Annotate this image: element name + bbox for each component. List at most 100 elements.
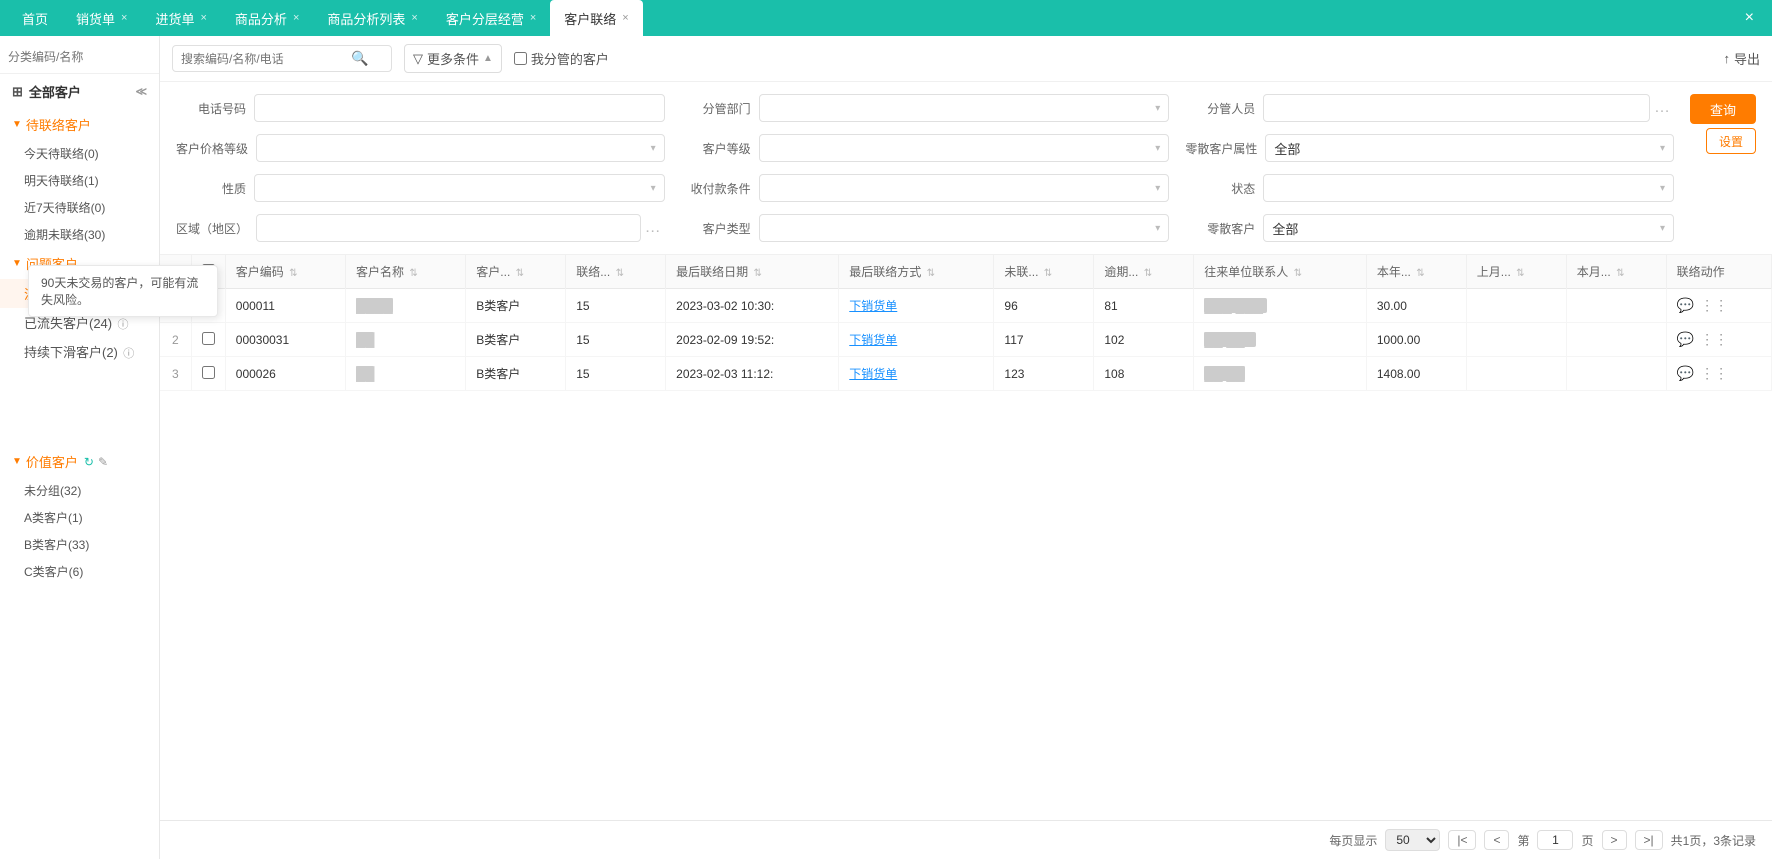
person-more-dots[interactable]: … — [1650, 99, 1674, 117]
th-customer-code[interactable]: 客户编码 ⇅ — [225, 255, 345, 289]
zero-attr-select[interactable]: 全部 ▾ — [1265, 134, 1674, 162]
edit-icon[interactable]: ✎ — [98, 455, 108, 469]
query-button[interactable]: 查询 — [1690, 94, 1756, 124]
sort-icon-year: ⇅ — [1416, 268, 1424, 279]
page-input[interactable] — [1537, 830, 1573, 850]
per-page-select[interactable]: 50 100 — [1385, 829, 1440, 851]
nav-home[interactable]: 首页 — [8, 9, 62, 28]
price-grade-select[interactable]: ▾ — [256, 134, 665, 162]
more-actions-icon[interactable]: ⋮⋮ — [1700, 297, 1728, 314]
chat-icon[interactable]: 💬 — [1677, 331, 1694, 348]
collapse-sidebar-icon[interactable]: ≪ — [135, 85, 147, 98]
cell-name: ████ — [346, 289, 466, 323]
cell-overdue: 81 — [1094, 289, 1194, 323]
payment-select[interactable]: ▾ — [759, 174, 1170, 202]
more-actions-icon[interactable]: ⋮⋮ — [1700, 331, 1728, 348]
nav-tab-purchase[interactable]: 进货单 × — [141, 0, 220, 36]
th-this-month[interactable]: 本月... ⇅ — [1566, 255, 1666, 289]
cell-last-month — [1466, 289, 1566, 323]
chat-icon[interactable]: 💬 — [1677, 365, 1694, 382]
sidebar-search-input[interactable] — [8, 50, 160, 64]
status-select[interactable]: ▾ — [1263, 174, 1674, 202]
chat-icon[interactable]: 💬 — [1677, 297, 1694, 314]
arrow-icon-2: ▼ — [12, 258, 22, 269]
search-input-wrapper: 🔍 — [172, 45, 392, 72]
nav-tab-product-analysis[interactable]: 商品分析 × — [221, 0, 313, 36]
my-customers-checkbox[interactable] — [514, 52, 527, 65]
th-this-year[interactable]: 本年... ⇅ — [1366, 255, 1466, 289]
cell-contact-person: ███ ███. — [1194, 289, 1367, 323]
window-close-button[interactable]: × — [1735, 9, 1764, 27]
prev-page-button[interactable]: < — [1484, 830, 1509, 850]
zero-customer-select[interactable]: 全部 ▾ — [1263, 214, 1674, 242]
sort-icon-type: ⇅ — [516, 268, 524, 279]
sidebar-item-class-c[interactable]: C类客户(6) — [0, 558, 159, 585]
nav-tab-product-analysis-list[interactable]: 商品分析列表 × — [313, 0, 431, 36]
nav-tab-sales[interactable]: 销货单 × — [62, 0, 141, 36]
close-product-analysis-tab[interactable]: × — [293, 12, 299, 24]
last-page-button[interactable]: >| — [1635, 830, 1663, 850]
chevron-price: ▾ — [651, 143, 656, 154]
close-sales-tab[interactable]: × — [121, 12, 127, 24]
th-last-month[interactable]: 上月... ⇅ — [1466, 255, 1566, 289]
customer-grade-select[interactable]: ▾ — [759, 134, 1170, 162]
main-search-input[interactable] — [181, 52, 351, 66]
region-more-dots[interactable]: … — [641, 219, 665, 237]
table-row: 2 00030031 ██ B类客户 15 2023-02-09 19:52: … — [160, 323, 1772, 357]
sidebar-item-overdue[interactable]: 逾期未联络(30) — [0, 221, 159, 248]
more-actions-icon[interactable]: ⋮⋮ — [1700, 365, 1728, 382]
cell-last-method[interactable]: 下销货单 — [839, 323, 994, 357]
info-icon-2: ⓘ — [123, 348, 134, 360]
my-customers-toggle[interactable]: 我分管的客户 — [514, 49, 609, 68]
refresh-icon[interactable]: ↻ — [84, 455, 94, 469]
nav-tab-customer-contact[interactable]: 客户联络 × — [550, 0, 642, 36]
phone-input[interactable] — [254, 94, 665, 122]
close-customer-contact-tab[interactable]: × — [622, 12, 628, 24]
row-checkbox[interactable] — [202, 366, 215, 379]
grid-icon: ⊞ — [12, 84, 23, 100]
th-overdue[interactable]: 逾期... ⇅ — [1094, 255, 1194, 289]
sidebar-all-customers[interactable]: ⊞ 全部客户 ≪ — [0, 74, 159, 109]
th-contact-count[interactable]: 联络... ⇅ — [566, 255, 666, 289]
more-conditions-button[interactable]: ▽ 更多条件 ▲ — [404, 44, 502, 73]
th-last-contact-method[interactable]: 最后联络方式 ⇅ — [839, 255, 994, 289]
cell-last-date: 2023-02-03 11:12: — [666, 357, 839, 391]
first-page-button[interactable]: |< — [1448, 830, 1476, 850]
sidebar-item-7days[interactable]: 近7天待联络(0) — [0, 194, 159, 221]
settings-button[interactable]: 设置 — [1706, 128, 1756, 154]
close-purchase-tab[interactable]: × — [200, 12, 206, 24]
sidebar-item-declining[interactable]: 持续下滑客户(2) ⓘ — [0, 337, 159, 366]
th-contact-person[interactable]: 往来单位联系人 ⇅ — [1194, 255, 1367, 289]
th-not-contacted[interactable]: 未联... ⇅ — [994, 255, 1094, 289]
person-select[interactable] — [1263, 94, 1650, 122]
cell-contact-person: ██ ██ — [1194, 357, 1367, 391]
customer-type-select[interactable]: ▾ — [759, 214, 1170, 242]
dept-select[interactable]: ▾ — [759, 94, 1170, 122]
close-customer-layer-tab[interactable]: × — [530, 12, 536, 24]
sidebar-group-value[interactable]: ▼ 价值客户 ↻ ✎ — [0, 446, 159, 477]
sidebar-item-tomorrow[interactable]: 明天待联络(1) — [0, 167, 159, 194]
cell-last-method[interactable]: 下销货单 — [839, 357, 994, 391]
filter-row-2: 客户价格等级 ▾ 客户等级 ▾ — [176, 134, 1674, 162]
cell-overdue: 108 — [1094, 357, 1194, 391]
nav-tab-customer-layer[interactable]: 客户分层经营 × — [432, 0, 550, 36]
customer-table: ⚙ 客户编码 ⇅ 客户名称 ⇅ 客户... ⇅ 联络... ⇅ 最后联络日期 ⇅… — [160, 255, 1772, 391]
cell-not-contact: 123 — [994, 357, 1094, 391]
close-product-list-tab[interactable]: × — [411, 12, 417, 24]
sidebar-item-unclassified[interactable]: 未分组(32) — [0, 477, 159, 504]
th-customer-type[interactable]: 客户... ⇅ — [466, 255, 566, 289]
sidebar-group-pending[interactable]: ▼ 待联络客户 — [0, 109, 159, 140]
price-grade-field: 客户价格等级 ▾ — [176, 134, 665, 162]
th-customer-name[interactable]: 客户名称 ⇅ — [346, 255, 466, 289]
export-button[interactable]: ↑ 导出 — [1723, 49, 1760, 68]
cell-last-method[interactable]: 下销货单 — [839, 289, 994, 323]
th-last-contact-date[interactable]: 最后联络日期 ⇅ — [666, 255, 839, 289]
nature-select[interactable]: ▾ — [254, 174, 665, 202]
sidebar-item-class-a[interactable]: A类客户(1) — [0, 504, 159, 531]
sidebar-item-class-b[interactable]: B类客户(33) — [0, 531, 159, 558]
next-page-button[interactable]: > — [1602, 830, 1627, 850]
dept-field: 分管部门 ▾ — [681, 94, 1170, 122]
region-select[interactable] — [256, 214, 641, 242]
sidebar-item-today[interactable]: 今天待联络(0) — [0, 140, 159, 167]
row-checkbox[interactable] — [202, 332, 215, 345]
